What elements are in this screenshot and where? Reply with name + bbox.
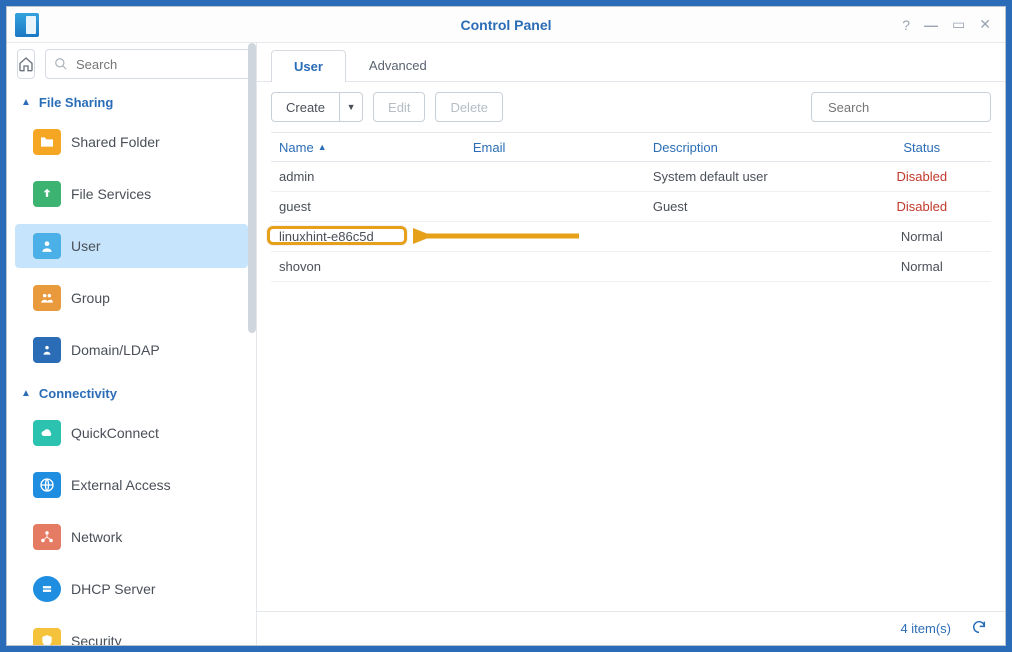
chevron-down-icon: ▼	[347, 102, 356, 112]
cell-name: linuxhint-e86c5d	[271, 229, 465, 244]
sidebar-search[interactable]	[45, 49, 257, 79]
cloud-icon	[33, 420, 61, 446]
main-content: User Advanced Create ▼ Edit Delete Name▲	[257, 43, 1005, 645]
cell-name: guest	[271, 199, 465, 214]
col-status[interactable]: Status	[853, 140, 991, 155]
sidebar-search-input[interactable]	[74, 56, 254, 73]
sidebar-item-security[interactable]: Security	[15, 619, 248, 645]
delete-button[interactable]: Delete	[435, 92, 503, 122]
tab-user[interactable]: User	[271, 50, 346, 82]
col-email[interactable]: Email	[465, 140, 645, 155]
sidebar-item-external-access[interactable]: External Access	[15, 463, 248, 507]
window-title: Control Panel	[460, 17, 551, 33]
sidebar-item-label: DHCP Server	[71, 581, 156, 597]
sidebar-item-group[interactable]: Group	[15, 276, 248, 320]
cell-name: admin	[271, 169, 465, 184]
sort-asc-icon: ▲	[318, 142, 327, 152]
item-count: 4 item(s)	[900, 621, 951, 636]
table-row[interactable]: admin System default userDisabled	[271, 162, 991, 192]
close-icon[interactable]: ✕	[979, 16, 991, 33]
cell-name: shovon	[271, 259, 465, 274]
refresh-button[interactable]	[971, 619, 987, 638]
edit-button[interactable]: Edit	[373, 92, 425, 122]
titlebar: Control Panel ? — ▭ ✕	[7, 7, 1005, 43]
sidebar-item-file-services[interactable]: File Services	[15, 172, 248, 216]
chevron-up-icon: ▲	[21, 388, 31, 399]
app-icon	[15, 13, 39, 37]
sidebar-item-label: QuickConnect	[71, 425, 159, 441]
cell-status: Normal	[853, 259, 991, 274]
window-controls: ? — ▭ ✕	[902, 16, 1005, 33]
user-table: Name▲ Email Description Status admin Syst…	[257, 132, 1005, 611]
window-body: ▲ File Sharing Shared Folder File Servic…	[7, 43, 1005, 645]
sidebar-item-dhcp-server[interactable]: DHCP Server	[15, 567, 248, 611]
minimize-icon[interactable]: —	[924, 17, 938, 33]
sidebar-item-shared-folder[interactable]: Shared Folder	[15, 120, 248, 164]
cell-status: Normal	[853, 229, 991, 244]
table-search[interactable]	[811, 92, 991, 122]
create-button[interactable]: Create	[271, 92, 339, 122]
sidebar: ▲ File Sharing Shared Folder File Servic…	[7, 43, 257, 645]
sidebar-item-user[interactable]: User	[15, 224, 248, 268]
sidebar-item-label: Security	[71, 633, 122, 645]
tab-advanced[interactable]: Advanced	[346, 49, 450, 81]
sidebar-item-label: Shared Folder	[71, 134, 160, 150]
toolbar: Create ▼ Edit Delete	[257, 82, 1005, 132]
sidebar-item-quickconnect[interactable]: QuickConnect	[15, 411, 248, 455]
sidebar-item-label: External Access	[71, 477, 171, 493]
dhcp-icon	[33, 576, 61, 602]
cell-status: Disabled	[853, 199, 991, 214]
cell-status: Disabled	[853, 169, 991, 184]
table-row[interactable]: linuxhint-e86c5d Normal	[271, 222, 991, 252]
shield-icon	[33, 628, 61, 645]
tabs: User Advanced	[257, 43, 1005, 82]
globe-icon	[33, 472, 61, 498]
sidebar-item-label: Group	[71, 290, 110, 306]
table-header: Name▲ Email Description Status	[271, 132, 991, 162]
footer: 4 item(s)	[257, 611, 1005, 645]
search-icon	[54, 57, 68, 71]
help-icon[interactable]: ?	[902, 17, 910, 33]
sidebar-item-label: Domain/LDAP	[71, 342, 160, 358]
sidebar-section-connectivity[interactable]: ▲ Connectivity	[7, 376, 256, 407]
home-button[interactable]	[17, 49, 35, 79]
ldap-icon	[33, 337, 61, 363]
folder-icon	[33, 129, 61, 155]
control-panel-window: Control Panel ? — ▭ ✕ ▲ File Sharing	[6, 6, 1006, 646]
user-icon	[33, 233, 61, 259]
sidebar-item-network[interactable]: Network	[15, 515, 248, 559]
sidebar-item-label: File Services	[71, 186, 151, 202]
chevron-up-icon: ▲	[21, 97, 31, 108]
table-row[interactable]: guest GuestDisabled	[271, 192, 991, 222]
cell-description: System default user	[645, 169, 853, 184]
group-icon	[33, 285, 61, 311]
maximize-icon[interactable]: ▭	[952, 16, 965, 33]
cell-description: Guest	[645, 199, 853, 214]
table-row[interactable]: shovon Normal	[271, 252, 991, 282]
create-dropdown-button[interactable]: ▼	[339, 92, 363, 122]
file-arrow-icon	[33, 181, 61, 207]
create-button-group: Create ▼	[271, 92, 363, 122]
col-name[interactable]: Name▲	[271, 140, 465, 155]
sidebar-item-label: User	[71, 238, 101, 254]
table-search-input[interactable]	[826, 99, 1005, 116]
col-description[interactable]: Description	[645, 140, 853, 155]
sidebar-item-label: Network	[71, 529, 122, 545]
sidebar-item-domain-ldap[interactable]: Domain/LDAP	[15, 328, 248, 372]
sidebar-section-file-sharing[interactable]: ▲ File Sharing	[7, 85, 256, 116]
network-icon	[33, 524, 61, 550]
